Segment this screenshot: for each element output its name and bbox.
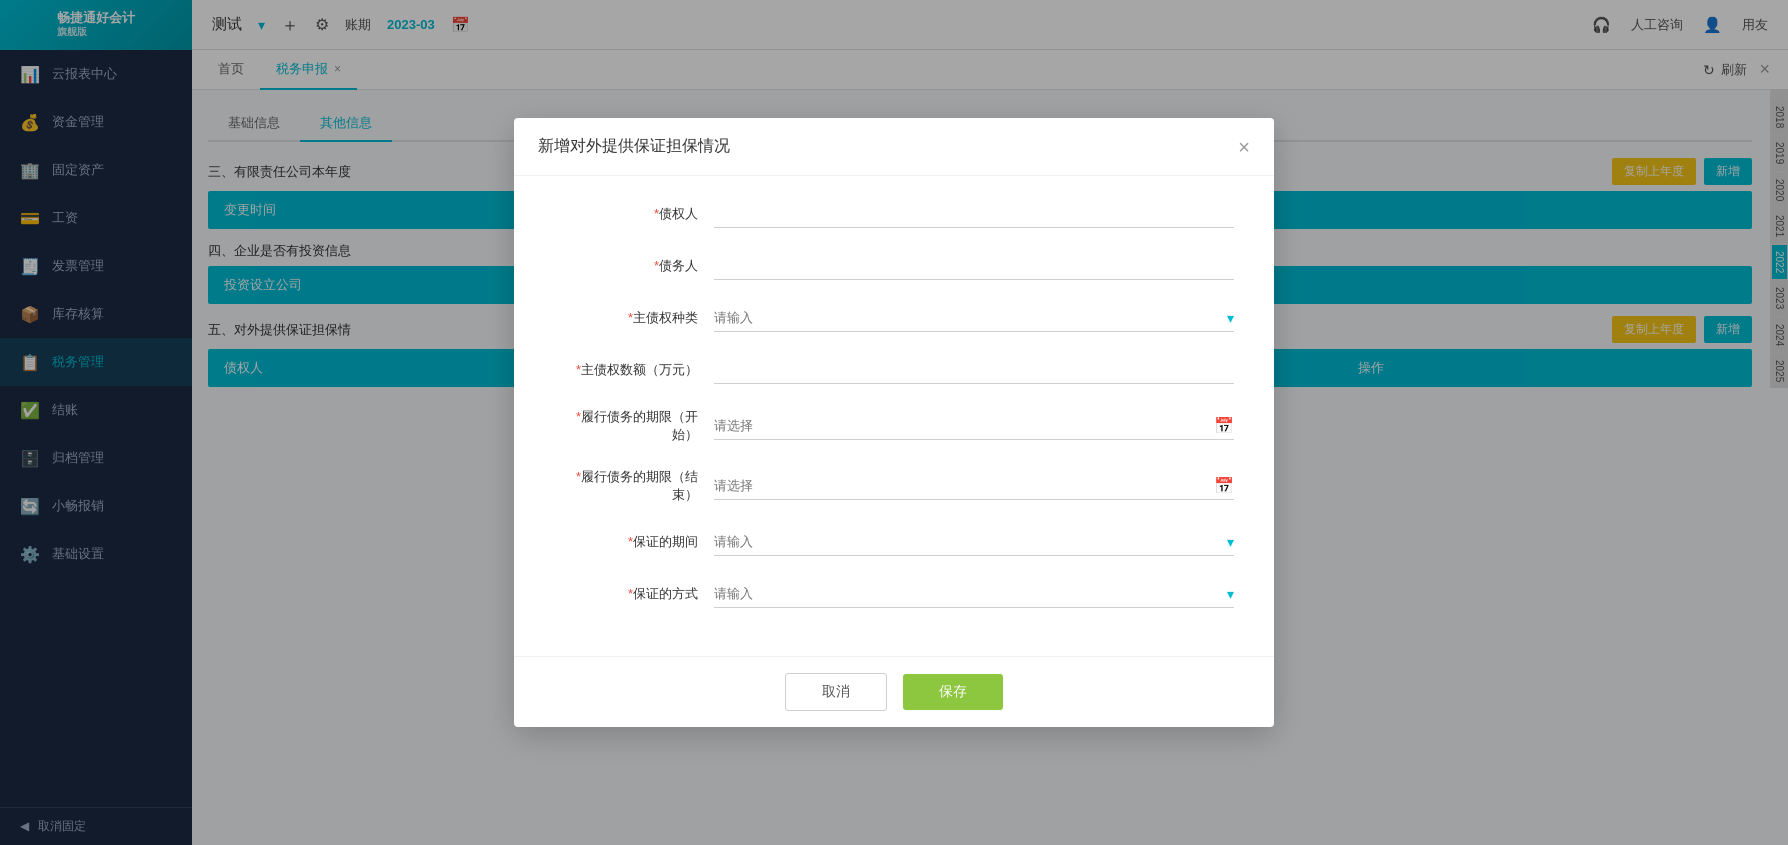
dialog-close-btn[interactable]: × [1238,137,1250,157]
field-creditor-row: *债权人 [554,200,1234,228]
field-debtor-label: *债务人 [554,257,714,275]
field-period-end-row: *履行债务的期限（结束） 📅 [554,468,1234,504]
field-creditor-label: *债权人 [554,205,714,223]
field-guarantee-method-label: *保证的方式 [554,585,714,603]
field-claim-type-wrapper: ▾ [714,304,1234,332]
field-debtor-input[interactable] [714,252,1234,280]
cancel-button[interactable]: 取消 [785,673,887,711]
field-creditor-input[interactable] [714,200,1234,228]
save-button[interactable]: 保存 [903,674,1003,710]
modal-overlay: 新增对外提供保证担保情况 × *债权人 *债务人 *主债权种类 [0,0,1788,845]
field-claim-type-row: *主债权种类 ▾ [554,304,1234,332]
field-guarantee-period-input[interactable] [714,528,1227,555]
field-debtor-row: *债务人 [554,252,1234,280]
guarantee-period-chevron-icon[interactable]: ▾ [1227,534,1234,550]
field-claim-type-input[interactable] [714,304,1227,331]
field-guarantee-method-input[interactable] [714,580,1227,607]
dialog-title: 新增对外提供保证担保情况 [538,136,730,157]
period-start-calendar-icon[interactable]: 📅 [1214,416,1234,435]
field-guarantee-period-row: *保证的期间 ▾ [554,528,1234,556]
field-period-start-wrapper: 📅 [714,412,1234,440]
field-claim-amount-row: *主债权数额（万元） [554,356,1234,384]
field-period-start-row: *履行债务的期限（开始） 📅 [554,408,1234,444]
field-claim-amount-input[interactable] [714,356,1234,384]
field-period-end-input[interactable] [714,472,1214,499]
field-guarantee-period-label: *保证的期间 [554,533,714,551]
dialog-body: *债权人 *债务人 *主债权种类 ▾ *主债 [514,176,1274,656]
dialog-footer: 取消 保存 [514,656,1274,727]
dialog: 新增对外提供保证担保情况 × *债权人 *债务人 *主债权种类 [514,118,1274,727]
field-claim-amount-label: *主债权数额（万元） [554,361,714,379]
field-claim-type-label: *主债权种类 [554,309,714,327]
guarantee-method-chevron-icon[interactable]: ▾ [1227,586,1234,602]
period-end-calendar-icon[interactable]: 📅 [1214,476,1234,495]
field-period-end-wrapper: 📅 [714,472,1234,500]
field-period-end-label: *履行债务的期限（结束） [554,468,714,504]
field-guarantee-method-row: *保证的方式 ▾ [554,580,1234,608]
field-guarantee-method-wrapper: ▾ [714,580,1234,608]
field-period-start-label: *履行债务的期限（开始） [554,408,714,444]
field-period-start-input[interactable] [714,412,1214,439]
field-guarantee-period-wrapper: ▾ [714,528,1234,556]
claim-type-chevron-icon[interactable]: ▾ [1227,310,1234,326]
dialog-header: 新增对外提供保证担保情况 × [514,118,1274,176]
